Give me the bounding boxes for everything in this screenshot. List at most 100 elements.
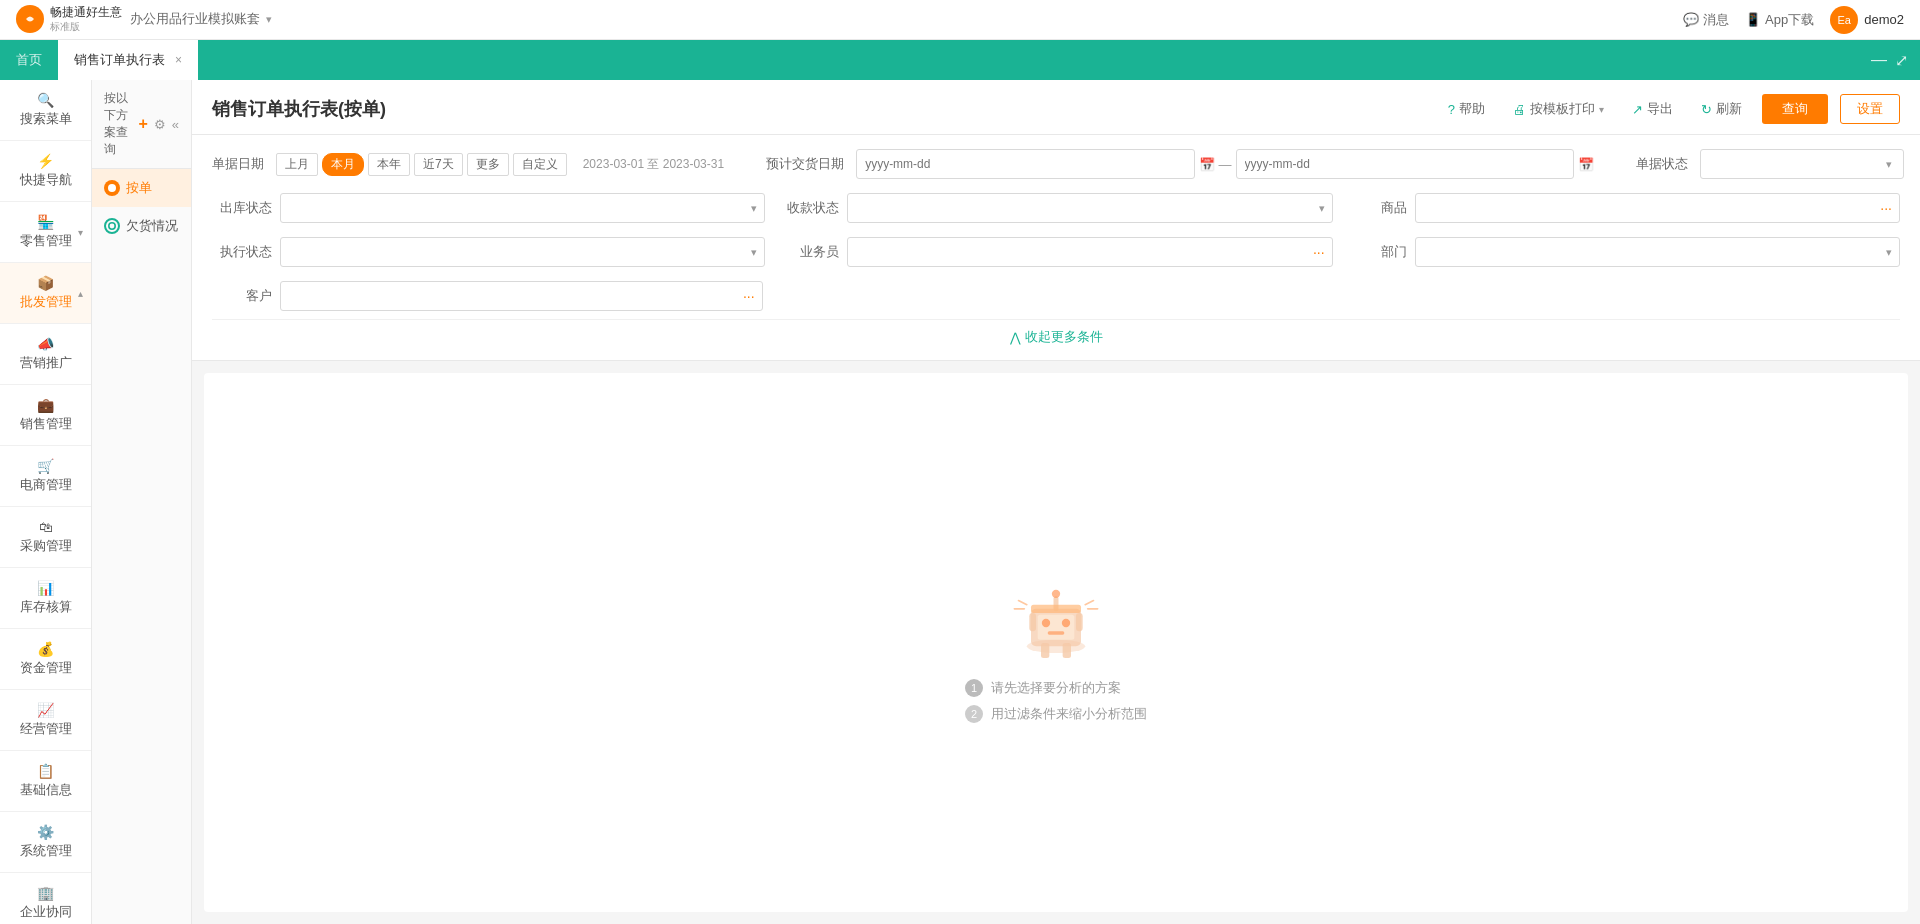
tab-minimize-icon[interactable]: — xyxy=(1871,51,1887,69)
collapse-btn[interactable]: ⋀ 收起更多条件 xyxy=(1010,328,1103,346)
sidebar-item-inventory[interactable]: 📊 库存核算 xyxy=(0,568,91,629)
date-quick-btns: 上月 本月 本年 近7天 更多 自定义 xyxy=(276,153,567,176)
sidebar-item-system[interactable]: ⚙️ 系统管理 xyxy=(0,812,91,873)
tab-close-icon[interactable]: × xyxy=(175,53,182,67)
date-last7-btn[interactable]: 近7天 xyxy=(414,153,463,176)
svg-point-2 xyxy=(109,223,115,229)
department-label: 部门 xyxy=(1347,243,1407,261)
customer-row: 客户 ··· xyxy=(212,281,1900,311)
goods-label: 商品 xyxy=(1347,199,1407,217)
empty-illustration xyxy=(1006,563,1106,663)
department-input[interactable] xyxy=(1415,237,1900,267)
sidebar-item-inventory-label: 库存核算 xyxy=(20,598,72,616)
purchase-icon: 🛍 xyxy=(39,519,53,535)
date-this-year-btn[interactable]: 本年 xyxy=(368,153,410,176)
expected-date-start-input[interactable] xyxy=(856,149,1194,179)
sidebar-item-operation[interactable]: 📈 经营管理 xyxy=(0,690,91,751)
basic-icon: 📋 xyxy=(37,763,54,779)
help-btn[interactable]: ? 帮助 xyxy=(1440,96,1493,122)
sidebar-item-sales[interactable]: 💼 销售管理 xyxy=(0,385,91,446)
calendar-icon-end[interactable]: 📅 xyxy=(1578,157,1594,172)
svg-rect-11 xyxy=(1041,643,1049,658)
refresh-btn[interactable]: ↻ 刷新 xyxy=(1693,96,1750,122)
execution-status-input[interactable] xyxy=(280,237,765,267)
date-separator: — xyxy=(1219,157,1232,172)
sidebar-item-ecommerce[interactable]: 🛒 电商管理 xyxy=(0,446,91,507)
sub-sidebar-add-icon[interactable]: + xyxy=(138,115,147,133)
date-prev-month-btn[interactable]: 上月 xyxy=(276,153,318,176)
main-layout: 🔍 搜索菜单 ⚡ 快捷导航 🏪 零售管理 ▾ 📦 批发管理 ▴ 📣 营销推广 💼… xyxy=(0,80,1920,924)
date-custom-btn[interactable]: 自定义 xyxy=(513,153,567,176)
sub-sidebar-settings-icon[interactable]: ⚙ xyxy=(154,117,166,132)
order-status-label: 单据状态 xyxy=(1636,155,1688,173)
sidebar-item-enterprise-label: 企业协同 xyxy=(20,903,72,921)
execution-status-wrapper: ▾ xyxy=(280,237,765,267)
app-download-label: App下载 xyxy=(1765,11,1814,29)
sub-sidebar-item-order[interactable]: 按单 xyxy=(92,169,191,207)
sidebar-item-purchase[interactable]: 🛍 采购管理 xyxy=(0,507,91,568)
marketing-icon: 📣 xyxy=(37,336,54,352)
avatar: Ea xyxy=(1830,6,1858,34)
sidebar-item-enterprise[interactable]: 🏢 企业协同 xyxy=(0,873,91,924)
delivery-status-label: 出库状态 xyxy=(212,199,272,217)
goods-input[interactable] xyxy=(1415,193,1900,223)
tab-expand-icon[interactable]: ⤢ xyxy=(1895,51,1908,70)
sidebar-item-quick-nav[interactable]: ⚡ 快捷导航 xyxy=(0,141,91,202)
svg-point-1 xyxy=(108,184,116,192)
breadcrumb[interactable]: 办公用品行业模拟账套 ▾ xyxy=(130,10,272,28)
filter-section: 单据日期 上月 本月 本年 近7天 更多 自定义 2023-03-01 至 20… xyxy=(192,135,1920,361)
sidebar-item-finance[interactable]: 💰 资金管理 xyxy=(0,629,91,690)
query-btn[interactable]: 查询 xyxy=(1762,94,1828,124)
svg-rect-12 xyxy=(1063,643,1071,658)
sub-sidebar-actions: + ⚙ « xyxy=(138,115,179,133)
delivery-status-input[interactable] xyxy=(280,193,765,223)
salesperson-input[interactable] xyxy=(847,237,1332,267)
message-btn[interactable]: 💬 消息 xyxy=(1683,11,1729,29)
customer-input[interactable] xyxy=(280,281,763,311)
refresh-label: 刷新 xyxy=(1716,100,1742,118)
sidebar-item-retail[interactable]: 🏪 零售管理 ▾ xyxy=(0,202,91,263)
order-status-select[interactable] xyxy=(1700,149,1904,179)
sidebar-item-basic[interactable]: 📋 基础信息 xyxy=(0,751,91,812)
date-label: 单据日期 xyxy=(212,155,264,173)
delivery-status-wrapper: ▾ xyxy=(280,193,765,223)
date-this-month-btn[interactable]: 本月 xyxy=(322,153,364,176)
goods-wrapper: ··· xyxy=(1415,193,1900,223)
template-print-btn[interactable]: 🖨 按模板打印 ▾ xyxy=(1505,96,1612,122)
collapse-up-icon: ⋀ xyxy=(1010,330,1021,345)
payment-status-input[interactable] xyxy=(847,193,1332,223)
shortage-icon xyxy=(104,218,120,234)
calendar-icon-start[interactable]: 📅 xyxy=(1199,157,1215,172)
sidebar-item-wholesale[interactable]: 📦 批发管理 ▴ xyxy=(0,263,91,324)
operation-icon: 📈 xyxy=(37,702,54,718)
sidebar-item-marketing[interactable]: 📣 营销推广 xyxy=(0,324,91,385)
order-icon xyxy=(104,180,120,196)
export-icon: ↗ xyxy=(1632,102,1643,117)
date-more-btn[interactable]: 更多 xyxy=(467,153,509,176)
settings-btn[interactable]: 设置 xyxy=(1840,94,1900,124)
filter-grid-row3: 执行状态 ▾ 业务员 ··· 部门 xyxy=(212,237,1900,267)
expected-date-input-wrapper: 📅 — 📅 xyxy=(856,149,1594,179)
department-row: 部门 ▾ xyxy=(1347,237,1900,267)
app-download-btn[interactable]: 📱 App下载 xyxy=(1745,11,1814,29)
help-icon: ? xyxy=(1448,102,1455,117)
tab-sales-order[interactable]: 销售订单执行表 × xyxy=(58,40,198,80)
svg-point-6 xyxy=(1042,618,1050,626)
avatar-text: Ea xyxy=(1838,14,1851,26)
execution-status-row: 执行状态 ▾ xyxy=(212,237,765,267)
logo-text-block: 畅捷通好生意 标准版 xyxy=(50,5,122,33)
sub-sidebar-item-shortage[interactable]: 欠货情况 xyxy=(92,207,191,245)
tab-home[interactable]: 首页 xyxy=(0,40,58,80)
logo-area: 畅捷通好生意 标准版 xyxy=(16,5,122,33)
filter-grid-row2: 出库状态 ▾ 收款状态 ▾ 商品 xyxy=(212,193,1900,223)
expected-date-end-input[interactable] xyxy=(1236,149,1574,179)
sub-sidebar-collapse-icon[interactable]: « xyxy=(172,117,179,132)
tab-actions: — ⤢ xyxy=(1871,51,1920,70)
tip-num-1: 1 xyxy=(965,679,983,697)
print-icon: 🖨 xyxy=(1513,102,1526,117)
user-area[interactable]: Ea demo2 xyxy=(1830,6,1904,34)
export-btn[interactable]: ↗ 导出 xyxy=(1624,96,1681,122)
empty-tip-2: 2 用过滤条件来缩小分析范围 xyxy=(965,705,1147,723)
sidebar-item-search[interactable]: 🔍 搜索菜单 xyxy=(0,80,91,141)
svg-line-18 xyxy=(1085,600,1093,604)
